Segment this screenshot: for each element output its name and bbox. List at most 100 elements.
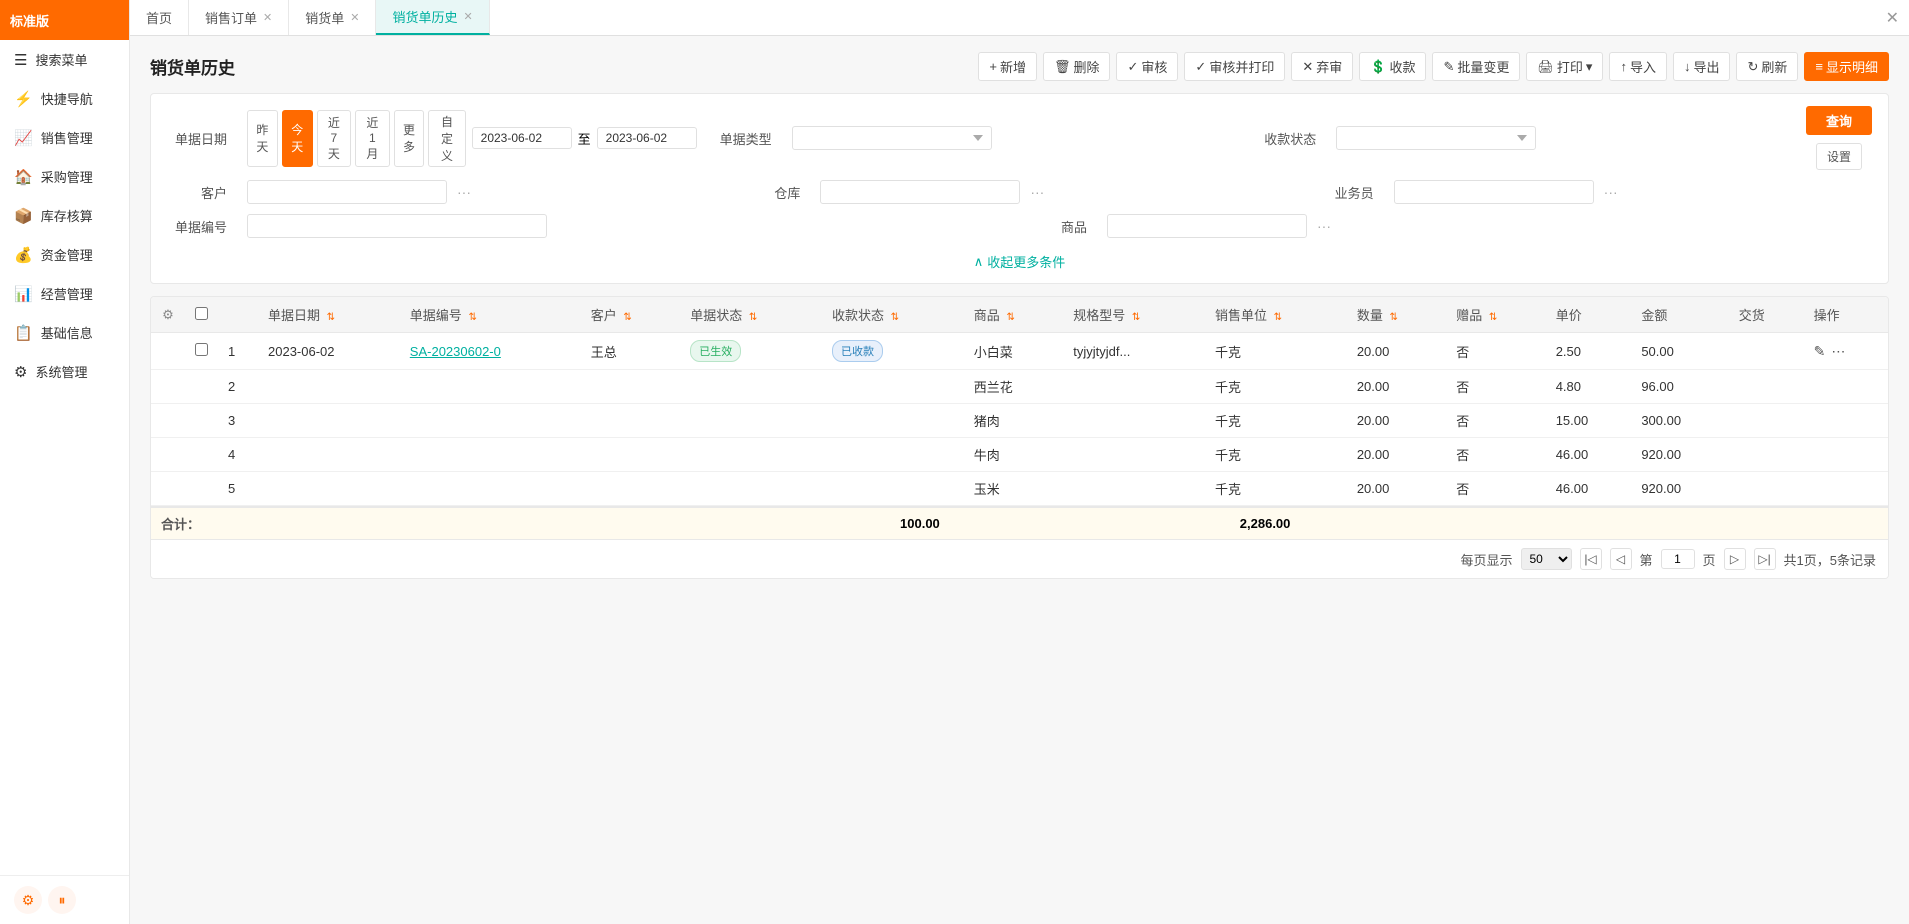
col-product[interactable]: 商品 ⇅ <box>964 297 1063 333</box>
select-all-col[interactable] <box>185 297 218 333</box>
sidebar-item-business-mgmt[interactable]: 📊 经营管理 <box>0 274 129 313</box>
settings-cell <box>151 370 185 404</box>
col-price: 单价 <box>1546 297 1632 333</box>
row-checkbox-cell[interactable] <box>185 333 218 370</box>
first-page-btn[interactable]: |◁ <box>1580 548 1602 570</box>
per-page-select[interactable]: 50 100 200 <box>1521 548 1572 570</box>
doc-type-select[interactable] <box>792 126 992 150</box>
setting-button[interactable]: 设置 <box>1816 143 1862 170</box>
sidebar-item-search-menu[interactable]: ☰ 搜索菜单 <box>0 40 129 79</box>
col-date[interactable]: 单据日期 ⇅ <box>258 297 400 333</box>
last-page-btn[interactable]: ▷| <box>1754 548 1776 570</box>
payment-status-select[interactable] <box>1336 126 1536 150</box>
export-button[interactable]: ↓ 导出 <box>1673 52 1731 81</box>
sidebar-footer-settings-btn[interactable]: ⚙ <box>14 886 42 914</box>
import-button[interactable]: ↑ 导入 <box>1609 52 1667 81</box>
tab-sales-delivery[interactable]: 销货单 ✕ <box>289 0 376 35</box>
refresh-button[interactable]: ↻ 刷新 <box>1736 52 1798 81</box>
tab-sales-history[interactable]: 销货单历史 ✕ <box>376 0 489 35</box>
row-actions <box>1804 472 1888 506</box>
warehouse-control: ··· <box>820 180 1298 204</box>
sidebar-item-purchase-mgmt[interactable]: 🏠 采购管理 <box>0 157 129 196</box>
approve-print-button[interactable]: ✓ 审核并打印 <box>1184 52 1285 81</box>
salesperson-ellipsis[interactable]: ··· <box>1600 184 1622 200</box>
col-doc-status[interactable]: 单据状态 ⇅ <box>680 297 822 333</box>
date-btn-today[interactable]: 今天 <box>282 110 313 167</box>
table-settings-col[interactable]: ⚙ <box>151 297 185 333</box>
doc-no-link[interactable]: SA-20230602-0 <box>410 344 501 359</box>
page-number-input[interactable] <box>1661 549 1695 569</box>
tab-sales-order-close[interactable]: ✕ <box>263 11 272 24</box>
show-detail-button[interactable]: ≡ 显示明细 <box>1804 52 1889 81</box>
product-ellipsis[interactable]: ··· <box>1313 218 1335 234</box>
print-button[interactable]: 🖨 打印 ▾ <box>1526 52 1603 81</box>
new-button[interactable]: + 新增 <box>978 52 1037 81</box>
new-icon: + <box>989 59 997 74</box>
edit-btn[interactable]: ✎ <box>1814 343 1826 360</box>
row-checkbox-cell[interactable] <box>185 370 218 404</box>
row-doc-status: 已生效 <box>680 333 822 370</box>
batch-change-button[interactable]: ✎ 批量变更 <box>1432 52 1520 81</box>
date-to-input[interactable] <box>597 127 697 149</box>
tab-sales-order[interactable]: 销售订单 ✕ <box>189 0 289 35</box>
prev-page-btn[interactable]: ◁ <box>1610 548 1632 570</box>
sidebar-item-system-mgmt[interactable]: ⚙ 系统管理 <box>0 352 129 391</box>
warehouse-input[interactable] <box>820 180 1020 204</box>
date-btn-1month[interactable]: 近1月 <box>355 110 389 167</box>
col-doc-no[interactable]: 单据编号 ⇅ <box>400 297 581 333</box>
salesperson-input[interactable] <box>1394 180 1594 204</box>
sidebar-item-label: 库存核算 <box>41 206 93 225</box>
row-product: 西兰花 <box>964 370 1063 404</box>
sidebar-item-basic-info[interactable]: 📋 基础信息 <box>0 313 129 352</box>
row-spec <box>1063 370 1205 404</box>
customer-ellipsis[interactable]: ··· <box>453 184 475 200</box>
row-checkbox-cell[interactable] <box>185 404 218 438</box>
col-qty[interactable]: 数量 ⇅ <box>1347 297 1446 333</box>
approve-button[interactable]: ✓ 审核 <box>1116 52 1178 81</box>
product-input[interactable] <box>1107 214 1307 238</box>
row-checkbox-cell[interactable] <box>185 472 218 506</box>
col-payment-status[interactable]: 收款状态 ⇅ <box>822 297 964 333</box>
sidebar-item-inventory[interactable]: 📦 库存核算 <box>0 196 129 235</box>
row-date <box>258 404 400 438</box>
sidebar-footer-collapse-btn[interactable]: ⏸ <box>48 886 76 914</box>
filter-collapse-btn[interactable]: ∧ 收起更多条件 <box>167 248 1872 271</box>
row-payment-status <box>822 404 964 438</box>
date-btn-more[interactable]: 更多 <box>394 110 425 167</box>
sidebar-item-finance-mgmt[interactable]: 💰 资金管理 <box>0 235 129 274</box>
row-amount: 920.00 <box>1631 438 1728 472</box>
tab-sales-history-close[interactable]: ✕ <box>464 10 473 23</box>
delete-button[interactable]: 🗑 删除 <box>1043 52 1111 81</box>
unapprove-button[interactable]: ✕ 弃审 <box>1291 52 1353 81</box>
warehouse-ellipsis[interactable]: ··· <box>1026 184 1048 200</box>
sidebar-item-quick-nav[interactable]: ⚡ 快捷导航 <box>0 79 129 118</box>
row-date <box>258 472 400 506</box>
filter-row-3: 单据编号 商品 ··· <box>167 214 1872 238</box>
doc-no-input[interactable] <box>247 214 547 238</box>
more-btn[interactable]: ⋯ <box>1831 343 1845 360</box>
date-btn-yesterday[interactable]: 昨天 <box>247 110 278 167</box>
doc-no-control <box>247 214 1012 238</box>
select-all-checkbox[interactable] <box>195 307 208 320</box>
date-btn-7days[interactable]: 近7天 <box>317 110 351 167</box>
query-button[interactable]: 查询 <box>1806 106 1872 135</box>
customer-input[interactable] <box>247 180 447 204</box>
col-customer[interactable]: 客户 ⇅ <box>581 297 680 333</box>
next-page-btn[interactable]: ▷ <box>1724 548 1746 570</box>
tab-sales-delivery-close[interactable]: ✕ <box>350 11 359 24</box>
sidebar-item-label: 基础信息 <box>41 323 93 342</box>
payment-button[interactable]: 💲 收款 <box>1359 52 1426 81</box>
row-checkbox[interactable] <box>195 343 208 356</box>
sidebar-item-sales-mgmt[interactable]: 📈 销售管理 <box>0 118 129 157</box>
table-row: 3 猪肉 千克 20.00 否 15.00 300.00 <box>151 404 1888 438</box>
tab-home[interactable]: 首页 <box>130 0 189 35</box>
toolbar: 销货单历史 + 新增 🗑 删除 ✓ 审核 ✓ 审核并打印 <box>150 52 1889 81</box>
row-checkbox-cell[interactable] <box>185 438 218 472</box>
date-from-input[interactable] <box>472 127 572 149</box>
window-close-btn[interactable]: ✕ <box>1886 8 1899 28</box>
col-gift[interactable]: 赠品 ⇅ <box>1446 297 1545 333</box>
row-unit: 千克 <box>1205 472 1347 506</box>
date-btn-custom[interactable]: 自定义 <box>428 110 465 167</box>
col-spec[interactable]: 规格型号 ⇅ <box>1063 297 1205 333</box>
col-unit[interactable]: 销售单位 ⇅ <box>1205 297 1347 333</box>
